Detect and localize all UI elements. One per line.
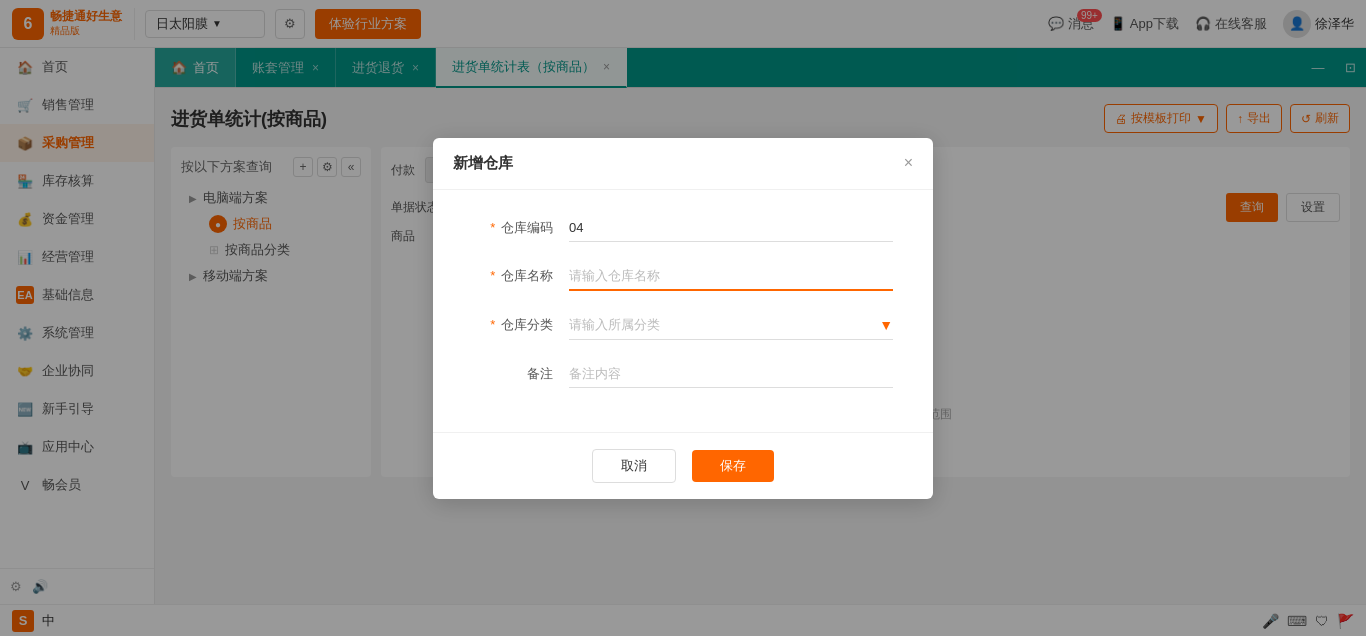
modal-overlay[interactable]: 新增仓库 × * 仓库编码 * 仓库名称 <box>0 0 1366 636</box>
required-star-category: * <box>490 317 495 332</box>
note-label: 备注 <box>473 365 553 383</box>
code-label: * 仓库编码 <box>473 219 553 237</box>
category-select-row: ▼ <box>569 311 893 340</box>
category-input[interactable] <box>569 317 879 332</box>
category-dropdown-icon[interactable]: ▼ <box>879 317 893 333</box>
modal-header: 新增仓库 × <box>433 138 933 190</box>
form-row-note: 备注 <box>473 360 893 388</box>
form-row-name: * 仓库名称 <box>473 262 893 291</box>
required-star-name: * <box>490 268 495 283</box>
required-star-code: * <box>490 220 495 235</box>
modal-title: 新增仓库 <box>453 154 513 173</box>
modal-close-button[interactable]: × <box>904 154 913 172</box>
new-warehouse-modal: 新增仓库 × * 仓库编码 * 仓库名称 <box>433 138 933 499</box>
save-button[interactable]: 保存 <box>692 450 774 482</box>
modal-footer: 取消 保存 <box>433 432 933 499</box>
modal-body: * 仓库编码 * 仓库名称 * 仓库分类 <box>433 190 933 432</box>
name-input[interactable] <box>569 262 893 291</box>
form-row-category: * 仓库分类 ▼ <box>473 311 893 340</box>
code-input[interactable] <box>569 214 893 242</box>
note-input[interactable] <box>569 360 893 388</box>
form-row-code: * 仓库编码 <box>473 214 893 242</box>
category-label: * 仓库分类 <box>473 316 553 334</box>
name-label: * 仓库名称 <box>473 267 553 285</box>
cancel-button[interactable]: 取消 <box>592 449 676 483</box>
